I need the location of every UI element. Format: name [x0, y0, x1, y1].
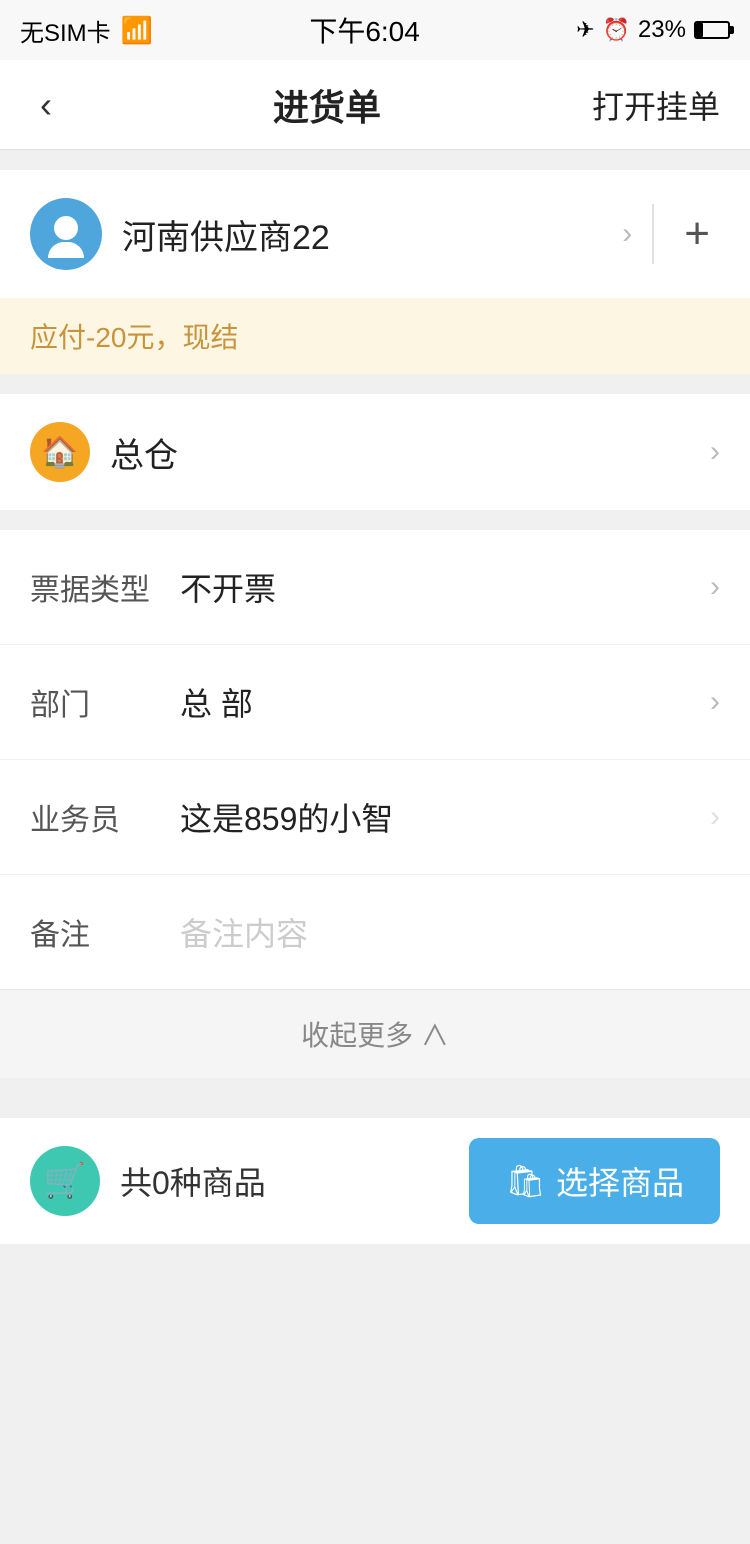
battery-percent: 23%	[638, 16, 686, 44]
warehouse-chevron-icon: ›	[710, 435, 720, 469]
form-row-remark[interactable]: 备注 备注内容	[0, 875, 750, 989]
nav-bar: ‹ 进货单 打开挂单	[0, 60, 750, 150]
section-gap-3	[0, 510, 750, 530]
select-product-label: 选择商品	[556, 1158, 684, 1204]
bill-type-chevron-icon: ›	[710, 570, 720, 604]
supplier-chevron-icon: ›	[622, 217, 632, 251]
battery-icon	[694, 21, 730, 39]
warehouse-icon: 🏠	[30, 422, 90, 482]
department-label: 部门	[30, 680, 160, 724]
supplier-row[interactable]: 河南供应商22 › +	[0, 170, 750, 298]
select-product-button[interactable]: 🛍 选择商品	[469, 1138, 720, 1224]
status-time: 下午6:04	[309, 10, 420, 50]
product-count: 共0种商品	[120, 1158, 469, 1204]
status-right: ✈ ⏰ 23%	[576, 16, 730, 44]
section-gap-1	[0, 150, 750, 170]
status-left: 无SIM卡 📶	[20, 13, 153, 48]
page-background	[0, 1244, 750, 1544]
avatar-person-icon	[48, 216, 84, 252]
page-title: 进货单	[273, 79, 381, 131]
form-section: 票据类型 不开票 › 部门 总 部 › 业务员 这是859的小智 › 备注 备注…	[0, 530, 750, 989]
form-row-bill-type[interactable]: 票据类型 不开票 ›	[0, 530, 750, 645]
remark-label: 备注	[30, 910, 160, 954]
bill-type-value: 不开票	[160, 564, 710, 610]
wifi-icon: 📶	[121, 15, 153, 46]
alarm-icon: ⏰	[603, 17, 630, 43]
product-bar: 🛒 共0种商品 🛍 选择商品	[0, 1118, 750, 1244]
open-pending-button[interactable]: 打开挂单	[592, 82, 720, 128]
select-product-icon: 🛍	[505, 1162, 546, 1200]
bill-type-label: 票据类型	[30, 565, 160, 609]
form-row-salesperson[interactable]: 业务员 这是859的小智 ›	[0, 760, 750, 875]
form-row-department[interactable]: 部门 总 部 ›	[0, 645, 750, 760]
warehouse-section: 🏠 总仓 ›	[0, 394, 750, 510]
remark-input[interactable]: 备注内容	[160, 909, 720, 955]
product-icon: 🛒	[30, 1146, 100, 1216]
department-chevron-icon: ›	[710, 685, 720, 719]
add-supplier-button[interactable]: +	[674, 209, 720, 259]
section-gap-4	[0, 1078, 750, 1098]
supplier-divider	[652, 204, 654, 264]
salesperson-chevron-icon: ›	[710, 800, 720, 834]
supplier-name: 河南供应商22	[122, 210, 622, 259]
collapse-bar[interactable]: 收起更多 ∧	[0, 989, 750, 1078]
location-icon: ✈	[576, 17, 594, 43]
warehouse-name: 总仓	[110, 428, 710, 477]
salesperson-label: 业务员	[30, 795, 160, 839]
warehouse-row[interactable]: 🏠 总仓 ›	[0, 394, 750, 510]
carrier-text: 无SIM卡	[20, 13, 111, 48]
info-notice: 应付-20元，现结	[0, 298, 750, 374]
supplier-section: 河南供应商22 › + 应付-20元，现结	[0, 170, 750, 374]
department-value: 总 部	[160, 679, 710, 725]
section-gap-2	[0, 374, 750, 394]
salesperson-value: 这是859的小智	[160, 794, 710, 840]
supplier-avatar	[30, 198, 102, 270]
status-bar: 无SIM卡 📶 下午6:04 ✈ ⏰ 23%	[0, 0, 750, 60]
back-button[interactable]: ‹	[30, 74, 62, 136]
